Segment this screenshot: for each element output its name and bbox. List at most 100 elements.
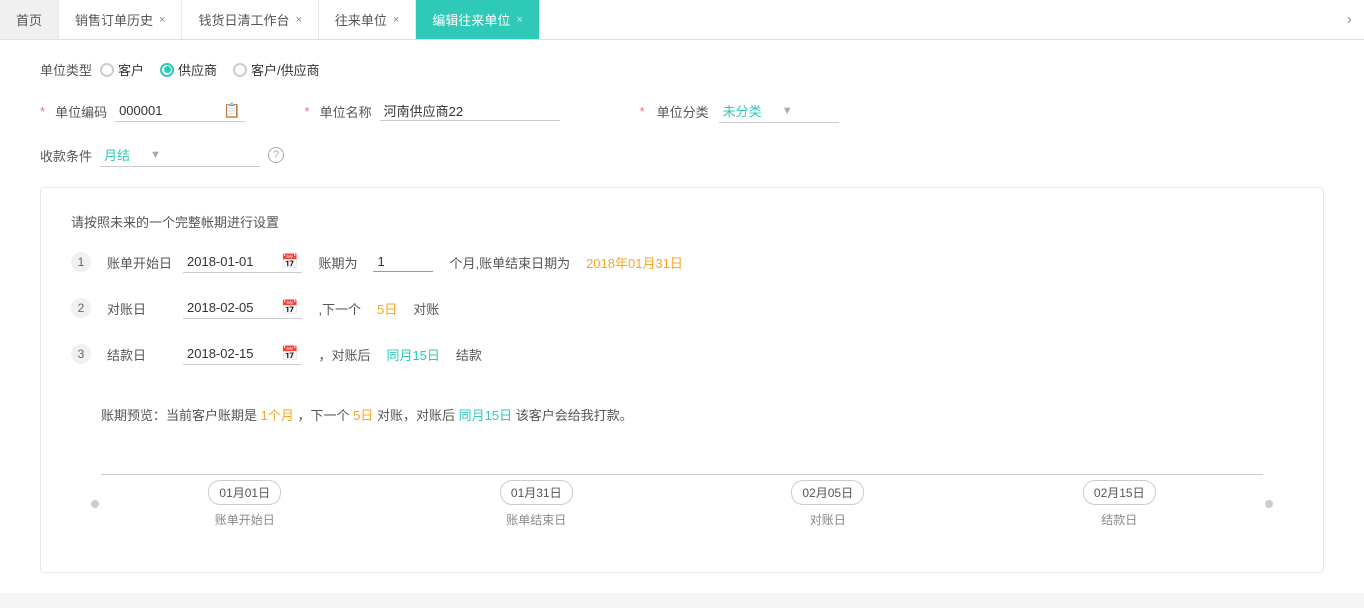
tab-sales-history[interactable]: 销售订单历史 × [59,0,182,39]
timeline: 01月01日 账单开始日 01月31日 账单结束日 02月05日 对账日 [91,460,1273,528]
period-date-3-input[interactable] [187,346,277,361]
tab-edit-partner-close[interactable]: × [516,14,522,26]
tab-edit-partner[interactable]: 编辑往来单位 × [416,0,539,39]
unit-class-value: 未分类 [723,101,762,120]
timeline-node-1: 01月01日 账单开始日 [208,480,281,528]
tab-cash-work-label: 钱货日清工作台 [198,10,289,29]
preview-label: 账期预览：当前客户账期是 [101,408,257,423]
timeline-node-4-bubble: 02月15日 [1083,480,1156,505]
preview-part2: ，下一个 [298,408,350,423]
preview-part6: 该客户会给我打款。 [516,408,633,423]
tab-partner-unit-close[interactable]: × [393,14,399,26]
unit-info-row: * 单位编码 📋 * 单位名称 * 单位分类 未分类 ▼ [40,99,1324,123]
unit-code-label: 单位编码 [55,102,107,121]
preview-part1: 1个月 [261,408,294,423]
radio-supplier-circle [160,63,174,77]
period-1-unit: 个月,账单结束日期为 [449,253,570,272]
radio-customer[interactable]: 客户 [100,60,144,79]
period-3-desc-prefix: ，对账后 [318,345,370,364]
period-setup-title: 请按照未来的一个完整帐期进行设置 [71,212,1293,231]
preview-section: 账期预览：当前客户账期是 1个月 ，下一个 5日 对账，对账后 同月15日 该客… [71,389,1293,440]
radio-both-circle [233,63,247,77]
unit-code-required: * [40,104,45,119]
period-row-1: 1 账单开始日 📅 账期为 个月,账单结束日期为 2018年01月31日 [71,251,1293,273]
radio-customer-label: 客户 [118,60,144,79]
period-1-desc-prefix: 账期为 [318,253,357,272]
radio-both-label: 客户/供应商 [251,60,320,79]
unit-name-field: * 单位名称 [305,101,560,121]
period-row-2: 2 对账日 📅 ,下一个 5日 对账 [71,297,1293,319]
preview-part3: 5日 [353,408,373,423]
unit-code-icon[interactable]: 📋 [223,102,240,119]
period-num-1: 1 [71,252,91,272]
unit-type-row: 单位类型 客户 供应商 客户/供应商 [40,60,1324,79]
period-row-3: 3 结款日 📅 ，对账后 同月15日 结款 [71,343,1293,365]
tab-home[interactable]: 首页 [0,0,59,39]
tab-home-label: 首页 [16,10,42,29]
period-date-1-calendar[interactable]: 📅 [281,253,298,270]
tab-partner-unit[interactable]: 往来单位 × [319,0,416,39]
timeline-node-1-label: 账单开始日 [215,511,275,528]
timeline-node-3-bubble: 02月05日 [791,480,864,505]
period-num-2: 2 [71,298,91,318]
help-icon[interactable]: ? [268,147,284,163]
tab-cash-work[interactable]: 钱货日清工作台 × [182,0,318,39]
radio-supplier[interactable]: 供应商 [160,60,217,79]
unit-code-input[interactable] [119,103,219,118]
period-1-value-input[interactable] [373,252,433,272]
tab-bar: 首页 销售订单历史 × 钱货日清工作台 × 往来单位 × 编辑往来单位 × › [0,0,1364,40]
payment-terms-select[interactable]: 月结 ▼ [100,143,260,167]
period-label-1: 账单开始日 [107,253,167,272]
payment-terms-chevron: ▼ [150,149,161,161]
unit-type-field: 单位类型 客户 供应商 客户/供应商 [40,60,320,79]
tab-partner-unit-label: 往来单位 [335,10,387,29]
timeline-node-4-label: 结款日 [1101,511,1137,528]
period-date-2-calendar[interactable]: 📅 [281,299,298,316]
unit-class-field: * 单位分类 未分类 ▼ [640,99,839,123]
unit-code-field: * 单位编码 📋 [40,100,245,122]
timeline-node-3: 02月05日 对账日 [791,480,864,528]
unit-class-chevron: ▼ [782,105,793,117]
tab-cash-work-close[interactable]: × [295,14,301,26]
period-3-desc-suffix: 结款 [456,345,482,364]
radio-customer-circle [100,63,114,77]
period-2-desc-prefix: ,下一个 [318,299,361,318]
tab-sales-history-close[interactable]: × [159,14,165,26]
payment-terms-row: 收款条件 月结 ▼ ? [40,143,1324,167]
timeline-line [101,474,1263,475]
period-2-highlight: 5日 [377,299,397,318]
unit-name-input[interactable] [380,101,560,121]
payment-terms-field: 收款条件 月结 ▼ ? [40,143,284,167]
unit-type-radio-group: 客户 供应商 客户/供应商 [100,60,320,79]
timeline-node-3-label: 对账日 [810,511,846,528]
unit-code-input-wrapper: 📋 [115,100,244,122]
radio-both[interactable]: 客户/供应商 [233,60,320,79]
timeline-node-1-bubble: 01月01日 [208,480,281,505]
period-date-2-wrapper: 📅 [183,297,302,319]
timeline-node-2-bubble: 01月31日 [500,480,573,505]
period-label-2: 对账日 [107,299,167,318]
main-content: 单位类型 客户 供应商 客户/供应商 * 单位编码 [0,40,1364,593]
timeline-node-4: 02月15日 结款日 [1083,480,1156,528]
unit-name-label: 单位名称 [320,102,372,121]
tab-sales-history-label: 销售订单历史 [75,10,153,29]
period-date-1-wrapper: 📅 [183,251,302,273]
unit-class-select[interactable]: 未分类 ▼ [719,99,839,123]
timeline-container: 01月01日 账单开始日 01月31日 账单结束日 02月05日 对账日 [71,460,1293,548]
period-date-3-calendar[interactable]: 📅 [281,345,298,362]
period-date-1-input[interactable] [187,254,277,269]
period-setup-box: 请按照未来的一个完整帐期进行设置 1 账单开始日 📅 账期为 个月,账单结束日期… [40,187,1324,573]
tab-edit-partner-label: 编辑往来单位 [432,10,510,29]
period-date-3-wrapper: 📅 [183,343,302,365]
timeline-right-dot [1265,500,1273,508]
period-2-desc-suffix: 对账 [413,299,439,318]
period-num-3: 3 [71,344,91,364]
tab-expand-button[interactable]: › [1335,0,1364,39]
payment-terms-label: 收款条件 [40,146,92,165]
period-date-2-input[interactable] [187,300,277,315]
preview-part5: 同月15日 [459,408,512,423]
timeline-node-2: 01月31日 账单结束日 [500,480,573,528]
radio-supplier-label: 供应商 [178,60,217,79]
preview-text: 账期预览：当前客户账期是 1个月 ，下一个 5日 对账，对账后 同月15日 该客… [101,405,1263,424]
unit-type-label: 单位类型 [40,60,92,79]
